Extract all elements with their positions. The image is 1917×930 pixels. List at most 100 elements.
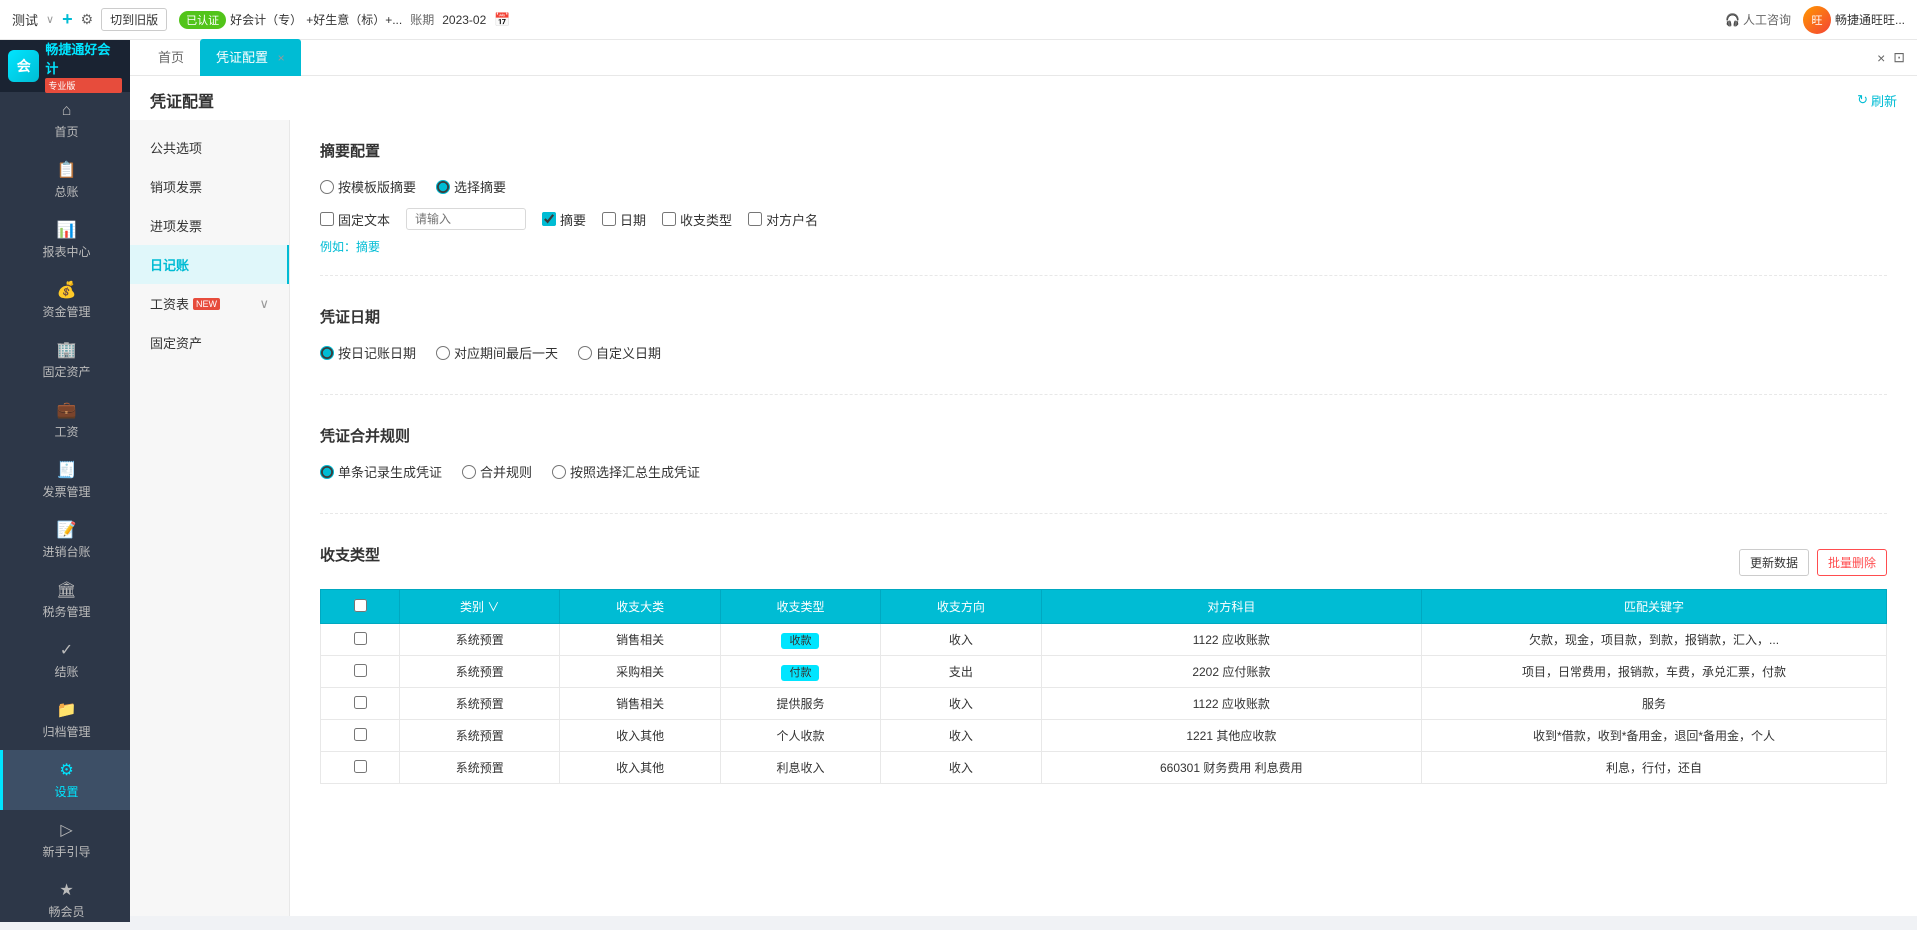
config-menu-journal[interactable]: 日记账 [130,245,289,284]
refresh-icon: ↻ [1857,92,1868,108]
radio-template-summary[interactable]: 按模板版摘要 [320,177,416,196]
custom-date-radio[interactable] [578,346,592,360]
logo-text: 畅捷通好会计 专业版 [45,39,122,93]
checkbox-income-type[interactable]: 收支类型 [662,210,732,229]
row-category: 系统预置 [400,688,560,720]
user-menu[interactable]: 旺 畅捷通旺旺... [1803,6,1905,34]
config-sidebar: 公共选项 销项发票 进项发票 日记账 工资表 NEW ∨ [130,120,290,916]
row-type: 提供服务 [720,688,880,720]
radio-journal-date[interactable]: 按日记账日期 [320,343,416,362]
sidebar-item-archive[interactable]: 📁 归档管理 [0,690,130,750]
row-keywords: 项目，日常费用，报销款，车费，承兑汇票，付款 [1422,656,1887,688]
dropdown-arrow[interactable]: ∨ [46,13,54,26]
sidebar-item-assets[interactable]: 🏢 固定资产 [0,330,130,390]
batch-delete-button[interactable]: 批量删除 [1817,549,1887,576]
service-button[interactable]: 🎧 人工咨询 [1725,11,1791,28]
summary-radio-group: 按模板版摘要 选择摘要 [320,177,1887,196]
username: 畅捷通旺旺... [1835,11,1905,28]
checkbox-summary[interactable]: 摘要 [542,210,586,229]
tab-home[interactable]: 首页 [142,39,200,76]
sidebar-item-reports[interactable]: 📊 报表中心 [0,210,130,270]
row-checkbox-3[interactable] [354,728,367,741]
row-checkbox-0[interactable] [354,632,367,645]
income-type-checkbox[interactable] [662,212,676,226]
date-checkbox[interactable] [602,212,616,226]
income-type-section: 收支类型 更新数据 批量删除 类别 ∨ 收支大类 [320,544,1887,784]
radio-custom-date[interactable]: 自定义日期 [578,343,661,362]
switch-version-button[interactable]: 切到旧版 [101,8,167,31]
checkbox-date[interactable]: 日期 [602,210,646,229]
row-checkbox-4[interactable] [354,760,367,773]
period-last-day-radio[interactable] [436,346,450,360]
summary-checkbox[interactable] [542,212,556,226]
config-menu-fixed-assets[interactable]: 固定资产 [130,323,289,362]
row-account: 1221 其他应收款 [1041,720,1422,752]
income-type-table: 类别 ∨ 收支大类 收支类型 收支方向 对方科目 匹配关键字 系统预置 [320,589,1887,784]
col-category[interactable]: 类别 ∨ [400,590,560,624]
tab-close-icon[interactable]: × [278,51,285,65]
ledger-icon: 📋 [57,160,77,180]
radio-template-input[interactable] [320,180,334,194]
sidebar-item-ledger[interactable]: 📋 总账 [0,150,130,210]
refresh-button[interactable]: ↻ 刷新 [1857,91,1897,110]
config-menu-purchase-invoice[interactable]: 进项发票 [130,206,289,245]
row-checkbox-1[interactable] [354,664,367,677]
radio-merge-rule[interactable]: 合并规则 [462,462,532,481]
sidebar-item-closing[interactable]: ✓ 结账 [0,630,130,690]
radio-select-summary[interactable]: 选择摘要 [436,177,506,196]
fixed-text-checkbox[interactable] [320,212,334,226]
sidebar-item-invoices[interactable]: 🧾 发票管理 [0,450,130,510]
config-menu-sales-invoice[interactable]: 销项发票 [130,167,289,206]
closing-icon: ✓ [60,640,73,660]
gear-icon[interactable]: ⚙ [81,11,94,28]
reset-badge[interactable]: 收款 [781,633,819,649]
checkbox-counterparty[interactable]: 对方户名 [748,210,818,229]
config-menu-payroll-table[interactable]: 工资表 NEW ∨ [130,284,289,323]
aggregate-radio[interactable] [552,465,566,479]
row-checkbox-cell [321,656,400,688]
checkbox-fixed-text[interactable]: 固定文本 [320,210,390,229]
row-major: 收入其他 [560,720,720,752]
row-checkbox-2[interactable] [354,696,367,709]
radio-select-input[interactable] [436,180,450,194]
close-tab-button[interactable]: × [1877,49,1885,66]
sidebar-item-payroll[interactable]: 💼 工资 [0,390,130,450]
summary-section-title: 摘要配置 [320,140,1887,161]
sidebar-item-home[interactable]: ⌂ 首页 [0,92,130,150]
radio-single-record[interactable]: 单条记录生成凭证 [320,462,442,481]
row-keywords: 服务 [1422,688,1887,720]
config-menu-public[interactable]: 公共选项 [130,128,289,167]
sidebar-item-purchase-sales[interactable]: 📝 进销台账 [0,510,130,570]
summary-config-section: 摘要配置 按模板版摘要 选择摘要 [320,140,1887,276]
calendar-icon[interactable]: 📅 [494,12,510,28]
fixed-text-input[interactable] [406,208,526,230]
radio-period-last-day[interactable]: 对应期间最后一天 [436,343,558,362]
top-nav-right: 🎧 人工咨询 旺 畅捷通旺旺... [1725,6,1905,34]
add-icon[interactable]: + [62,9,73,30]
maximize-tab-button[interactable]: ⊡ [1893,49,1905,66]
sidebar-item-label: 总账 [54,183,78,200]
reset-badge[interactable]: 付款 [781,665,819,681]
tabs-bar: 首页 凭证配置 × × ⊡ [130,40,1917,76]
sidebar-item-tax[interactable]: 🏛 税务管理 [0,570,130,630]
radio-aggregate[interactable]: 按照选择汇总生成凭证 [552,462,700,481]
merge-rule-radio[interactable] [462,465,476,479]
row-checkbox-cell [321,720,400,752]
update-data-button[interactable]: 更新数据 [1739,549,1809,576]
journal-date-radio[interactable] [320,346,334,360]
expand-arrow-icon[interactable]: ∨ [259,296,269,312]
sidebar-item-member[interactable]: ★ 畅会员 [0,870,130,930]
sidebar-item-funds[interactable]: 💰 资金管理 [0,270,130,330]
select-all-checkbox[interactable] [354,599,367,612]
sidebar-item-label: 资金管理 [42,303,90,320]
sidebar-item-label: 税务管理 [42,603,90,620]
top-nav: 测试 ∨ + ⚙ 切到旧版 已认证 好会计（专） +好生意（标）+... 账期 … [0,0,1917,40]
counterparty-checkbox[interactable] [748,212,762,226]
sidebar-item-guide[interactable]: ▷ 新手引导 [0,810,130,870]
row-keywords: 利息，行付，还自 [1422,752,1887,784]
sidebar-item-settings[interactable]: ⚙ 设置 [0,750,130,810]
tab-voucher-config[interactable]: 凭证配置 × [200,39,301,76]
row-direction: 收入 [881,688,1041,720]
single-record-radio[interactable] [320,465,334,479]
biz-badge: +好生意（标）+... [306,11,402,28]
